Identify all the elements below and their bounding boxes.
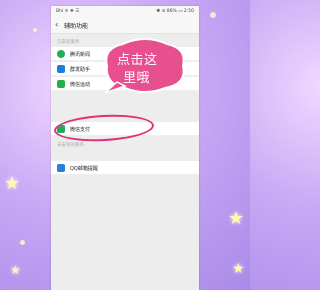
mass-send-icon: [57, 65, 65, 73]
star-decoration: ★: [10, 263, 21, 277]
star-decoration: ★: [228, 208, 245, 229]
qq-mail-icon: [57, 164, 65, 172]
back-arrow-icon[interactable]: ‹: [55, 20, 58, 29]
annotation-bubble: 点击这 里哦: [103, 38, 187, 94]
tencent-news-icon: [57, 50, 65, 58]
status-bar: Bhi ≋ ❖ ☰ ✱ ⊘ 86% ▭ 2:50: [51, 6, 199, 17]
section-uninstalled-label: 未安装的服务: [57, 143, 84, 148]
service-label: 群发助手: [70, 67, 91, 73]
service-label: 腾讯新闻: [70, 52, 91, 58]
annotation-line2: 里哦: [123, 71, 151, 86]
wechat-sports-icon: [57, 80, 65, 88]
service-item-qq-mail[interactable]: QQ邮箱提醒: [51, 161, 199, 175]
service-label: 微信运动: [70, 82, 91, 88]
page-title: 辅助功能: [64, 23, 89, 30]
title-bar: ‹ 辅助功能: [51, 17, 199, 34]
glow-dot: [33, 28, 37, 32]
status-left: Bhi ≋ ❖ ☰: [56, 9, 80, 14]
star-decoration: ★: [232, 261, 245, 277]
annotation-line1: 点击这: [117, 53, 158, 68]
glow-dot: [210, 12, 216, 18]
section-installed-label: 已安装服务: [57, 40, 80, 45]
glow-dot: [20, 240, 25, 245]
service-label: QQ邮箱提醒: [70, 166, 98, 172]
star-decoration: ★: [4, 173, 21, 194]
status-right: ✱ ⊘ 86% ▭ 2:50: [156, 9, 194, 14]
